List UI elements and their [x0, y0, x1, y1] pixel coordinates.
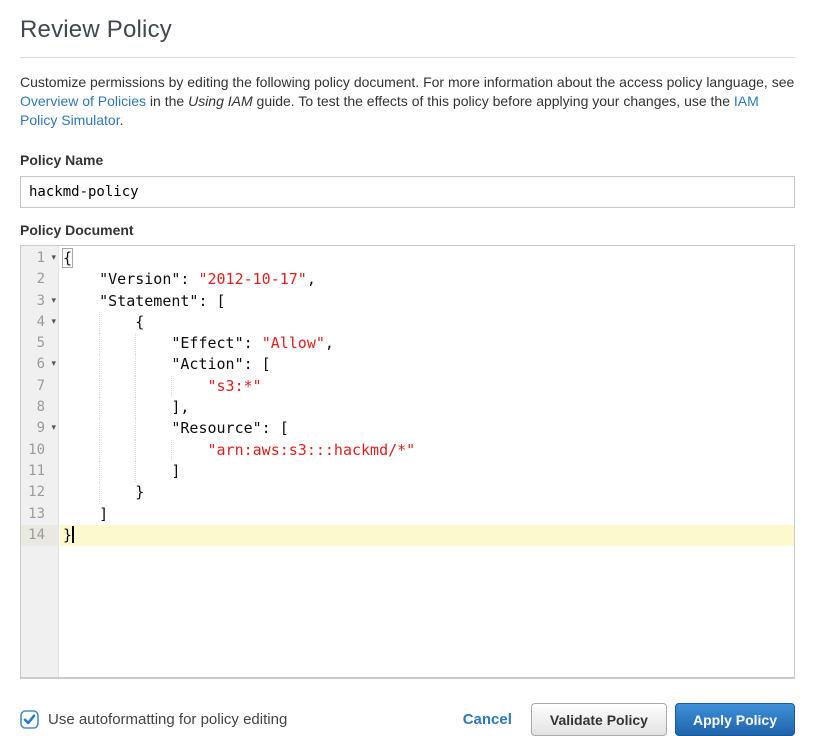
- json-string-token: "s3:*": [208, 377, 262, 395]
- json-token: "Action": [: [63, 355, 271, 373]
- code-line-12[interactable]: }: [60, 482, 794, 503]
- code-line-11[interactable]: ]: [60, 461, 794, 482]
- policy-name-label: Policy Name: [20, 152, 795, 168]
- indent-guide: [135, 461, 136, 482]
- header-divider: [20, 57, 795, 58]
- fold-toggle-icon[interactable]: ▾: [51, 312, 56, 333]
- code-line-9[interactable]: "Resource": [: [60, 418, 794, 439]
- gutter-line-13: 13: [21, 504, 58, 525]
- indent-guide: [99, 333, 100, 354]
- indent-guide: [135, 440, 136, 461]
- code-line-14[interactable]: }: [60, 525, 794, 546]
- footer-actions: Cancel Validate Policy Apply Policy: [463, 703, 795, 736]
- json-token: ,: [325, 334, 334, 352]
- gutter-line-3[interactable]: 3▾: [21, 291, 58, 312]
- json-token: }: [63, 483, 144, 501]
- code-line-4[interactable]: {: [60, 312, 794, 333]
- policy-document-label: Policy Document: [20, 222, 795, 238]
- indent-guide: [99, 354, 100, 375]
- gutter-line-12: 12: [21, 482, 58, 503]
- json-token: "Resource": [: [63, 419, 289, 437]
- code-line-8[interactable]: ],: [60, 397, 794, 418]
- indent-guide: [99, 376, 100, 397]
- gutter-line-11: 11: [21, 461, 58, 482]
- code-line-6[interactable]: "Action": [: [60, 354, 794, 375]
- code-line-1[interactable]: {: [60, 248, 794, 269]
- intro-text: Customize permissions by editing the fol…: [20, 73, 795, 130]
- editor-code-area[interactable]: { "Version": "2012-10-17", "Statement": …: [60, 246, 794, 677]
- code-line-5[interactable]: "Effect": "Allow",: [60, 333, 794, 354]
- gutter-line-5: 5: [21, 333, 58, 354]
- gutter-line-14: 14: [21, 525, 58, 546]
- using-iam-guide-name: Using IAM: [188, 93, 253, 109]
- json-token: {: [62, 248, 73, 268]
- intro-text-part: .: [120, 112, 124, 128]
- indent-guide: [99, 440, 100, 461]
- review-policy-page: Review Policy Customize permissions by e…: [0, 0, 814, 719]
- indent-guide: [99, 482, 100, 503]
- apply-policy-button[interactable]: Apply Policy: [675, 703, 795, 736]
- json-token: {: [63, 313, 144, 331]
- footer-bar: Use autoformatting for policy editing Ca…: [20, 703, 795, 736]
- indent-guide: [135, 376, 136, 397]
- indent-guide: [99, 312, 100, 333]
- autoformat-label: Use autoformatting for policy editing: [48, 711, 287, 728]
- code-line-13[interactable]: ]: [60, 504, 794, 525]
- fold-toggle-icon[interactable]: ▾: [51, 354, 56, 375]
- indent-guide: [135, 397, 136, 418]
- page-title: Review Policy: [20, 16, 795, 44]
- json-token: "Version":: [63, 270, 198, 288]
- editor-gutter: 1▾23▾4▾56▾789▾1011121314: [21, 246, 59, 677]
- overview-of-policies-link[interactable]: Overview of Policies: [20, 93, 146, 109]
- gutter-line-10: 10: [21, 440, 58, 461]
- indent-guide: [135, 354, 136, 375]
- indent-guide: [171, 440, 172, 461]
- json-token: "Statement": [: [63, 292, 226, 310]
- json-token: ]: [63, 462, 180, 480]
- indent-guide: [171, 376, 172, 397]
- fold-toggle-icon[interactable]: ▾: [51, 248, 56, 269]
- text-cursor: [72, 526, 74, 543]
- json-token: ]: [63, 505, 108, 523]
- indent-guide: [99, 397, 100, 418]
- json-string-token: "2012-10-17": [198, 270, 306, 288]
- code-line-10[interactable]: "arn:aws:s3:::hackmd/*": [60, 440, 794, 461]
- code-line-3[interactable]: "Statement": [: [60, 291, 794, 312]
- indent-guide: [135, 418, 136, 439]
- gutter-line-2: 2: [21, 269, 58, 290]
- gutter-line-4[interactable]: 4▾: [21, 312, 58, 333]
- intro-text-part: guide. To test the effects of this polic…: [253, 93, 734, 109]
- gutter-line-7: 7: [21, 376, 58, 397]
- intro-text-part: Customize permissions by editing the fol…: [20, 74, 794, 90]
- autoformat-option[interactable]: Use autoformatting for policy editing: [20, 710, 287, 729]
- json-token: ],: [63, 398, 189, 416]
- checkbox-checked-icon: [20, 710, 39, 729]
- indent-guide: [135, 333, 136, 354]
- json-token: ,: [307, 270, 316, 288]
- code-line-7[interactable]: "s3:*": [60, 376, 794, 397]
- gutter-line-8: 8: [21, 397, 58, 418]
- fold-toggle-icon[interactable]: ▾: [51, 418, 56, 439]
- policy-document-editor[interactable]: 1▾23▾4▾56▾789▾1011121314 { "Version": "2…: [20, 245, 795, 679]
- policy-name-input[interactable]: [20, 176, 795, 208]
- indent-guide: [99, 418, 100, 439]
- json-string-token: "Allow": [262, 334, 325, 352]
- json-string-token: "arn:aws:s3:::hackmd/*": [208, 441, 416, 459]
- gutter-line-9[interactable]: 9▾: [21, 418, 58, 439]
- validate-policy-button[interactable]: Validate Policy: [531, 703, 667, 736]
- json-token: }: [63, 526, 72, 544]
- autoformat-checkbox[interactable]: [20, 710, 39, 729]
- gutter-line-1[interactable]: 1▾: [21, 248, 58, 269]
- cancel-link[interactable]: Cancel: [463, 711, 512, 728]
- fold-toggle-icon[interactable]: ▾: [51, 291, 56, 312]
- code-line-2[interactable]: "Version": "2012-10-17",: [60, 269, 794, 290]
- json-token: "Effect":: [63, 334, 262, 352]
- gutter-line-6[interactable]: 6▾: [21, 354, 58, 375]
- intro-text-part: in the: [146, 93, 188, 109]
- indent-guide: [99, 461, 100, 482]
